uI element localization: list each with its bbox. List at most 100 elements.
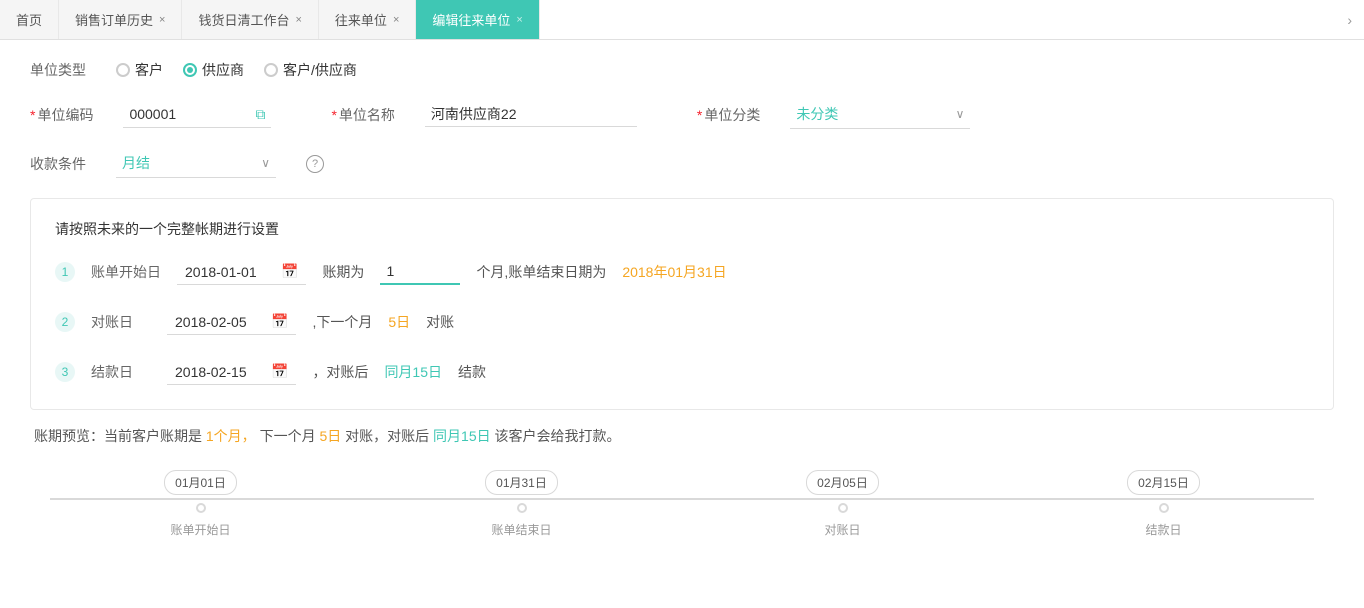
radio-customer-label: 客户 bbox=[135, 60, 163, 80]
unit-code-field: ⧉ bbox=[123, 102, 271, 128]
reconcile-date-input[interactable] bbox=[175, 314, 265, 330]
tab-sales-history-label: 销售订单历史 bbox=[75, 10, 153, 29]
unit-type-radio-group: 客户 供应商 客户/供应商 bbox=[116, 60, 357, 80]
radio-customer-circle bbox=[116, 63, 130, 77]
reconcile-date-field: 📅 bbox=[167, 309, 296, 335]
payment-terms-dropdown[interactable]: 月结 ∨ bbox=[116, 149, 276, 178]
unit-category-dropdown[interactable]: 未分类 ∨ bbox=[790, 100, 970, 129]
payment-terms-row: 收款条件 月结 ∨ ? bbox=[30, 149, 1334, 178]
timeline-desc-3: 结款日 bbox=[1145, 521, 1181, 538]
account-preview: 账期预览：当前客户账期是 1个月， 下一个月 5日 对账，对账后 同月15日 该… bbox=[30, 426, 1334, 446]
unit-name-label: 单位名称 bbox=[331, 105, 394, 125]
setting-number-2: 2 bbox=[55, 312, 75, 332]
timeline-point-1: 01月31日 账单结束日 bbox=[361, 470, 682, 538]
payment-terms-value: 月结 bbox=[122, 153, 255, 173]
tab-cash-work-label: 钱货日清工作台 bbox=[198, 10, 289, 29]
setting-number-1: 1 bbox=[55, 262, 75, 282]
tab-edit-partner-close[interactable]: × bbox=[516, 14, 522, 26]
tab-partner-unit[interactable]: 往来单位 × bbox=[319, 0, 416, 39]
unit-type-row: 单位类型 客户 供应商 客户/供应商 bbox=[30, 60, 1334, 80]
tabs-bar: 首页 销售订单历史 × 钱货日清工作台 × 往来单位 × 编辑往来单位 × › bbox=[0, 0, 1364, 40]
tabs-scroll-right[interactable]: › bbox=[1335, 0, 1364, 39]
unit-type-label: 单位类型 bbox=[30, 60, 86, 80]
start-date-input[interactable] bbox=[185, 264, 275, 280]
setting-label-3: 结款日 bbox=[91, 362, 151, 382]
period-end-date: 2018年01月31日 bbox=[622, 262, 726, 282]
payment-highlight-text: 同月15日 bbox=[384, 362, 442, 382]
radio-supplier-circle bbox=[183, 63, 197, 77]
unit-code-input[interactable] bbox=[129, 106, 249, 122]
preview-prefix: 账期预览：当前客户账期是 bbox=[34, 428, 202, 444]
unit-code-label: 单位编码 bbox=[30, 105, 93, 125]
tab-partner-unit-close[interactable]: × bbox=[393, 14, 399, 26]
unit-name-field bbox=[425, 102, 637, 127]
radio-supplier[interactable]: 供应商 bbox=[183, 60, 244, 80]
payment-suffix: 结款 bbox=[458, 362, 486, 382]
setting-label-2: 对账日 bbox=[91, 312, 151, 332]
payment-date-field: 📅 bbox=[167, 359, 296, 385]
chevron-down-icon: ∨ bbox=[956, 107, 965, 121]
setting-row-1: 1 账单开始日 📅 账期为 个月,账单结束日期为 2018年01月31日 bbox=[55, 259, 1309, 285]
timeline-desc-1: 账单结束日 bbox=[491, 521, 551, 538]
chevron-right-icon: › bbox=[1347, 12, 1352, 28]
preview-highlight1: 1个月， bbox=[206, 428, 256, 444]
reconcile-date-calendar-icon[interactable]: 📅 bbox=[271, 313, 288, 330]
timeline-point-0: 01月01日 账单开始日 bbox=[40, 470, 361, 538]
payment-prefix: ，对账后 bbox=[312, 362, 368, 382]
radio-both[interactable]: 客户/供应商 bbox=[264, 60, 357, 80]
tab-cash-work[interactable]: 钱货日清工作台 × bbox=[182, 0, 318, 39]
setting-number-3: 3 bbox=[55, 362, 75, 382]
timeline-desc-0: 账单开始日 bbox=[170, 521, 230, 538]
radio-supplier-label: 供应商 bbox=[202, 60, 244, 80]
preview-highlight2: 5日 bbox=[319, 428, 341, 444]
unit-category-value: 未分类 bbox=[796, 104, 949, 124]
preview-suffix: 该客户会给我打款。 bbox=[495, 428, 621, 444]
tab-home-label: 首页 bbox=[16, 10, 42, 29]
timeline-points: 01月01日 账单开始日 01月31日 账单结束日 02月05日 对账日 02月… bbox=[40, 470, 1324, 538]
unit-name-input[interactable] bbox=[431, 106, 631, 122]
settings-panel: 请按照未来的一个完整帐期进行设置 1 账单开始日 📅 账期为 个月,账单结束日期… bbox=[30, 198, 1334, 410]
timeline-desc-2: 对账日 bbox=[824, 521, 860, 538]
copy-icon[interactable]: ⧉ bbox=[255, 106, 265, 123]
payment-date-calendar-icon[interactable]: 📅 bbox=[271, 363, 288, 380]
timeline-badge-1: 01月31日 bbox=[485, 470, 558, 495]
preview-middle2: 对账，对账后 bbox=[345, 428, 429, 444]
radio-both-label: 客户/供应商 bbox=[283, 60, 357, 80]
reconcile-suffix: 对账 bbox=[426, 312, 454, 332]
tab-sales-history-close[interactable]: × bbox=[159, 14, 165, 26]
help-icon[interactable]: ? bbox=[306, 155, 324, 173]
period-suffix: 个月,账单结束日期为 bbox=[476, 262, 606, 282]
timeline-dot-3 bbox=[1159, 503, 1169, 513]
preview-highlight3: 同月15日 bbox=[433, 428, 491, 444]
timeline-wrapper: 01月01日 账单开始日 01月31日 账单结束日 02月05日 对账日 02月… bbox=[30, 470, 1334, 538]
setting-row-3: 3 结款日 📅 ，对账后 同月15日 结款 bbox=[55, 359, 1309, 385]
main-content: 单位类型 客户 供应商 客户/供应商 单位编码 ⧉ 单位名称 单位 bbox=[0, 40, 1364, 608]
tab-edit-partner[interactable]: 编辑往来单位 × bbox=[416, 0, 539, 39]
tab-edit-partner-label: 编辑往来单位 bbox=[432, 10, 510, 29]
chevron-down-payment-icon: ∨ bbox=[261, 156, 270, 170]
radio-customer[interactable]: 客户 bbox=[116, 60, 163, 80]
tab-sales-history[interactable]: 销售订单历史 × bbox=[59, 0, 182, 39]
preview-middle: 下一个月 bbox=[260, 428, 316, 444]
timeline-dot-1 bbox=[517, 503, 527, 513]
payment-date-input[interactable] bbox=[175, 364, 265, 380]
period-middle-text: 账期为 bbox=[322, 262, 364, 282]
reconcile-highlight-day: 5日 bbox=[388, 312, 410, 332]
timeline-dot-0 bbox=[196, 503, 206, 513]
start-date-calendar-icon[interactable]: 📅 bbox=[281, 263, 298, 280]
radio-both-circle bbox=[264, 63, 278, 77]
tab-cash-work-close[interactable]: × bbox=[295, 14, 301, 26]
unit-category-label: 单位分类 bbox=[697, 105, 760, 125]
payment-terms-label: 收款条件 bbox=[30, 154, 86, 174]
timeline-point-3: 02月15日 结款日 bbox=[1003, 470, 1324, 538]
reconcile-prefix: ,下一个月 bbox=[312, 312, 372, 332]
tab-home[interactable]: 首页 bbox=[0, 0, 59, 39]
start-date-field: 📅 bbox=[177, 259, 306, 285]
period-input[interactable] bbox=[380, 259, 460, 285]
timeline-badge-3: 02月15日 bbox=[1127, 470, 1200, 495]
setting-label-1: 账单开始日 bbox=[91, 262, 161, 282]
timeline-point-2: 02月05日 对账日 bbox=[682, 470, 1003, 538]
timeline-badge-0: 01月01日 bbox=[164, 470, 237, 495]
panel-title: 请按照未来的一个完整帐期进行设置 bbox=[55, 219, 1309, 239]
timeline-badge-2: 02月05日 bbox=[806, 470, 879, 495]
